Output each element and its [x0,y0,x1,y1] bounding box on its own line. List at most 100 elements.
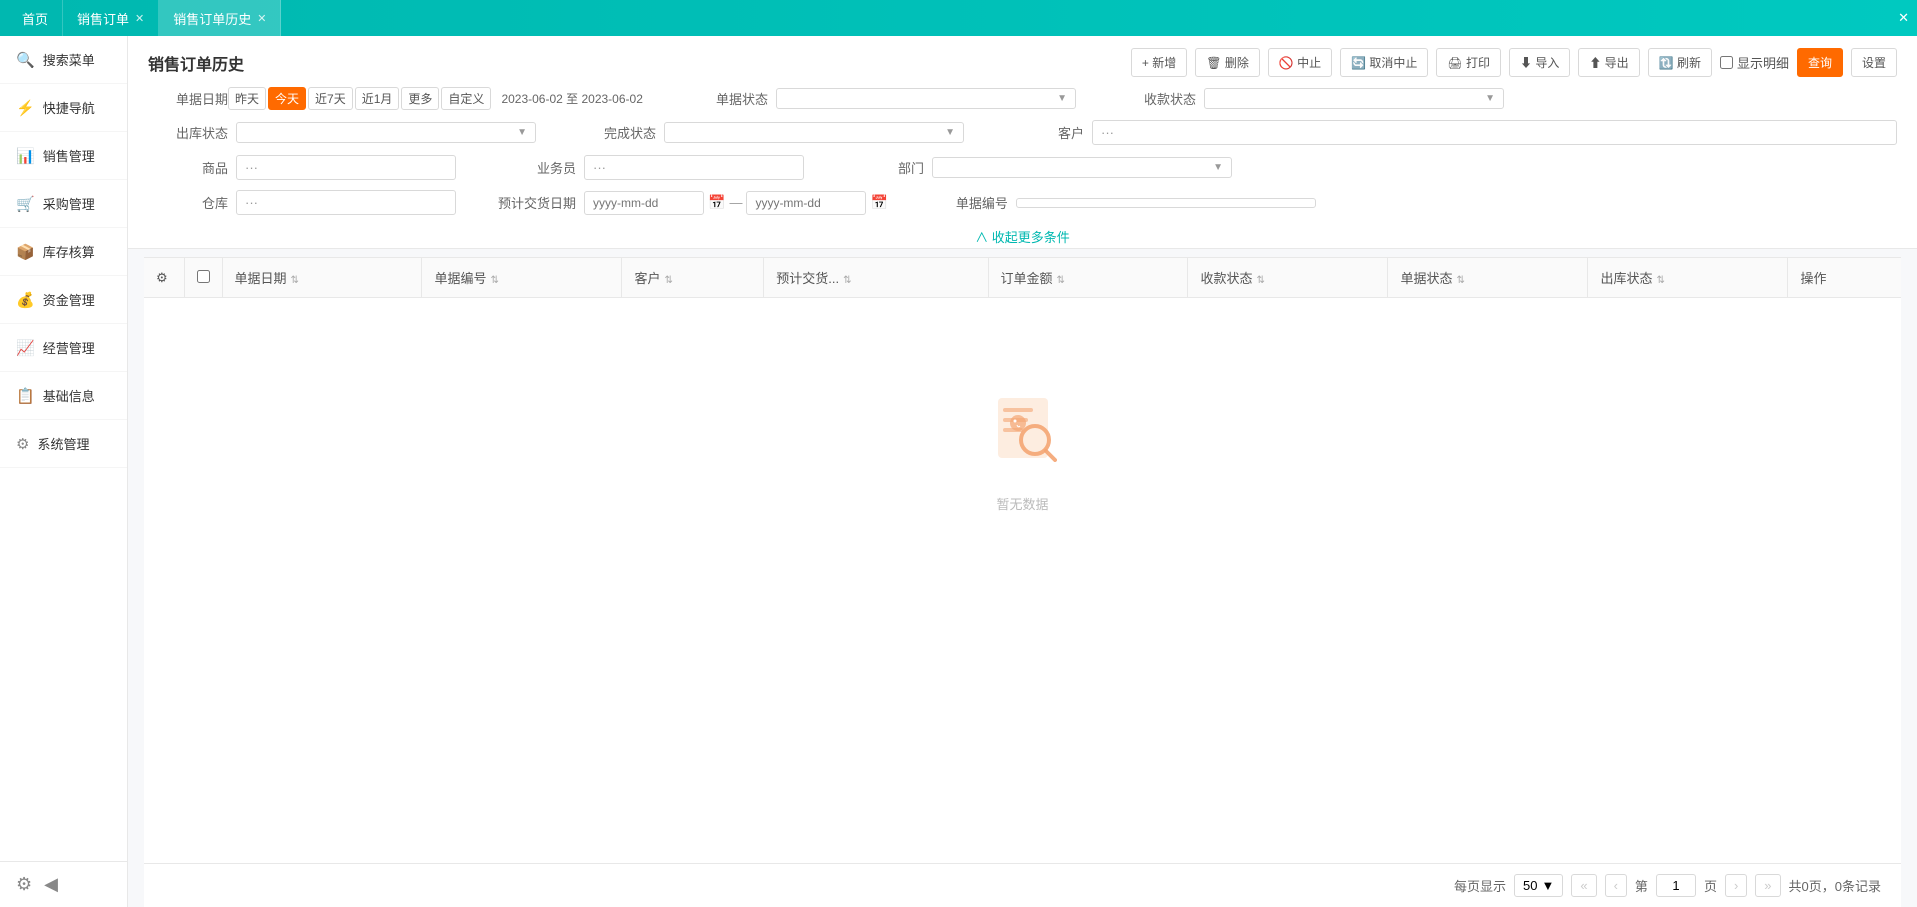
status-label: 单据状态 [688,89,768,108]
tab-sales-order-history[interactable]: 销售订单历史 ✕ [159,0,281,36]
delete-button[interactable]: 🗑 删除 [1195,48,1260,77]
sidebar-settings-icon[interactable]: ⚙ [16,874,32,895]
sidebar-item-operations-label: 经营管理 [43,338,95,357]
today-btn[interactable]: 今天 [268,87,306,110]
top-bar: 首页 销售订单 ✕ 销售订单历史 ✕ ✕ [0,0,1917,36]
inventory-icon: 📦 [16,243,35,261]
7days-btn[interactable]: 近7天 [308,87,353,110]
per-page-select[interactable]: 50 ▼ [1514,874,1563,897]
th-check[interactable] [184,258,222,298]
calendar-start-icon[interactable]: 📅 [708,194,725,211]
show-detail-checkbox[interactable] [1720,56,1733,69]
last-page-btn[interactable]: » [1755,874,1780,897]
filter-row-1: 单据日期 昨天 今天 近7天 近1月 更多 自定义 2023-06-02 至 2… [148,87,1897,110]
warehouse-label: 仓库 [148,193,228,212]
out-status-select[interactable]: ▼ [236,122,536,143]
sidebar-item-quicknav[interactable]: ⚡ 快捷导航 [0,84,127,132]
goods-input[interactable]: ··· [236,155,456,180]
per-page-label: 每页显示 [1454,876,1506,895]
sidebar-item-sales[interactable]: 📊 销售管理 [0,132,127,180]
date-shortcuts-group: 昨天 今天 近7天 近1月 更多 自定义 2023-06-02 至 2023-0… [228,87,648,110]
sidebar-item-search[interactable]: 🔍 搜索菜单 [0,36,127,84]
sidebar-item-purchase-label: 采购管理 [43,194,95,213]
month-btn[interactable]: 近1月 [355,87,400,110]
customer-input[interactable]: ··· [1092,120,1897,145]
th-customer[interactable]: 客户⇅ [622,258,764,298]
finance-icon: 💰 [16,291,35,309]
salesperson-label: 业务员 [496,158,576,177]
order-no-input[interactable] [1016,198,1316,208]
total-info: 共0页，0条记录 [1789,876,1881,895]
filter-row-3: 商品 ··· 业务员 ··· 部门 ▼ [148,155,1897,180]
sidebar-item-inventory[interactable]: 📦 库存核算 [0,228,127,276]
tab-sales-order-close[interactable]: ✕ [135,12,144,25]
order-no-label: 单据编号 [928,193,1008,212]
delivery-date-end-input[interactable] [746,191,866,215]
calendar-end-icon[interactable]: 📅 [870,194,887,211]
show-detail-check[interactable]: 显示明细 [1720,53,1789,72]
more-btn[interactable]: 更多 [401,87,439,110]
cancel-stop-button[interactable]: 🔄 取消中止 [1340,48,1428,77]
page-header: 销售订单历史 + 新增 🗑 删除 🚫 中止 🔄 取消中止 🖨 打印 ⬇ 导入 ⬆… [128,36,1917,249]
department-arrow-icon: ▼ [1213,162,1223,173]
th-out-status[interactable]: 出库状态⇅ [1588,258,1788,298]
sidebar-item-finance-label: 资金管理 [43,290,95,309]
th-date[interactable]: 单据日期⇅ [222,258,422,298]
collapse-row[interactable]: ∧ 收起更多条件 [148,221,1897,248]
sidebar-item-system-label: 系统管理 [37,434,89,453]
payment-arrow-icon: ▼ [1485,93,1495,104]
refresh-button[interactable]: 🔃 刷新 [1648,48,1712,77]
sidebar-collapse-icon[interactable]: ◀ [44,874,58,895]
sidebar-item-operations[interactable]: 📈 经营管理 [0,324,127,372]
th-order-status[interactable]: 单据状态⇅ [1388,258,1588,298]
sidebar-item-finance[interactable]: 💰 资金管理 [0,276,127,324]
complete-arrow-icon: ▼ [945,127,955,138]
tab-sales-order-label: 销售订单 [77,9,129,28]
first-page-btn[interactable]: « [1571,874,1596,897]
next-page-btn[interactable]: › [1725,874,1747,897]
th-order-no[interactable]: 单据编号⇅ [422,258,622,298]
close-icon[interactable]: ✕ [1898,10,1909,26]
sidebar-item-system[interactable]: ⚙ 系统管理 [0,420,127,468]
settings-button[interactable]: 设置 [1851,48,1897,77]
th-delivery[interactable]: 预计交货...⇅ [764,258,988,298]
status-select[interactable]: ▼ [776,88,1076,109]
tab-home[interactable]: 首页 [8,0,63,36]
page-unit: 页 [1704,876,1717,895]
sidebar-item-basic[interactable]: 📋 基础信息 [0,372,127,420]
print-button[interactable]: 🖨 打印 [1436,48,1501,77]
table-container: ⚙ 单据日期⇅ 单据编号⇅ 客户⇅ 预计交货...⇅ 订单金额⇅ 收款状态⇅ 单… [144,257,1901,863]
empty-text: 暂无数据 [996,494,1048,513]
select-all-checkbox[interactable] [197,270,210,283]
th-action: 操作 [1788,258,1901,298]
query-button[interactable]: 查询 [1797,48,1843,77]
department-select[interactable]: ▼ [932,157,1232,178]
filter-row-4: 仓库 ··· 预计交货日期 📅 — 📅 单据编号 [148,190,1897,215]
tab-sales-order-history-close[interactable]: ✕ [257,12,266,25]
payment-select[interactable]: ▼ [1204,88,1504,109]
date-range-display: 2023-06-02 至 2023-06-02 [501,90,642,107]
th-settings[interactable]: ⚙ [144,258,184,298]
th-payment-status[interactable]: 收款状态⇅ [1188,258,1388,298]
custom-btn[interactable]: 自定义 [441,87,491,110]
top-bar-right: ✕ [1898,10,1909,26]
sales-icon: 📊 [16,147,35,165]
table-footer: 每页显示 50 ▼ « ‹ 第 页 › » 共0页，0条记录 [144,863,1901,907]
page-input[interactable] [1656,874,1696,897]
tab-home-label: 首页 [22,9,48,28]
out-status-sort-icon: ⇅ [1656,275,1664,286]
tab-sales-order[interactable]: 销售订单 ✕ [63,0,159,36]
delivery-date-start-input[interactable] [584,191,704,215]
th-amount[interactable]: 订单金额⇅ [988,258,1188,298]
amount-sort-icon: ⇅ [1057,275,1065,286]
salesperson-input[interactable]: ··· [584,155,804,180]
import-button[interactable]: ⬇ 导入 [1509,48,1570,77]
sidebar-item-purchase[interactable]: 🛒 采购管理 [0,180,127,228]
export-button[interactable]: ⬆ 导出 [1578,48,1639,77]
yesterday-btn[interactable]: 昨天 [228,87,266,110]
new-button[interactable]: + 新增 [1131,48,1187,77]
warehouse-input[interactable]: ··· [236,190,456,215]
stop-button[interactable]: 🚫 中止 [1268,48,1332,77]
prev-page-btn[interactable]: ‹ [1605,874,1627,897]
complete-select[interactable]: ▼ [664,122,964,143]
